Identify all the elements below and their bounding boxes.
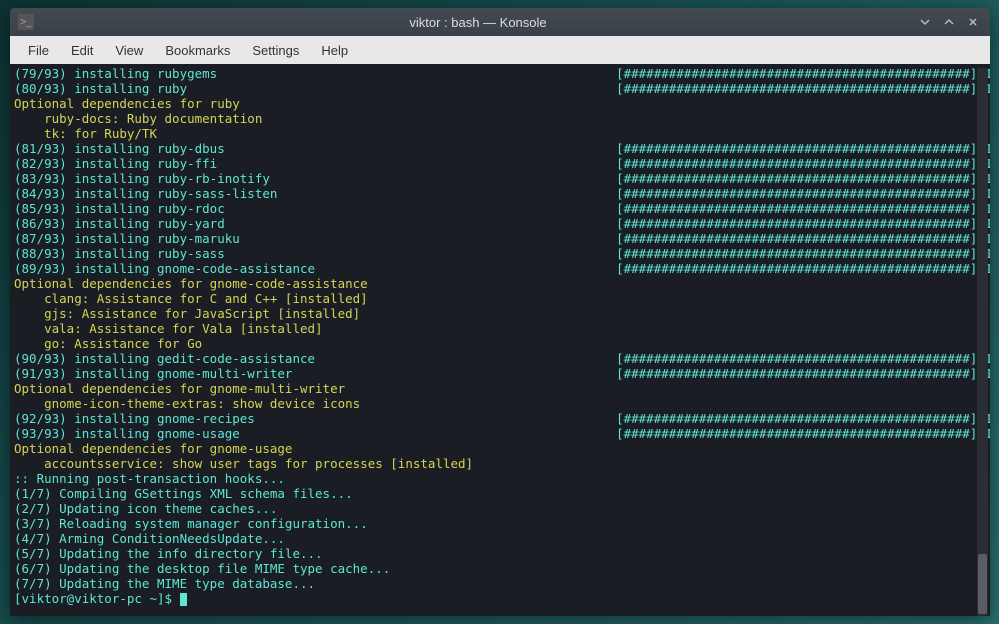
konsole-window: >_ viktor : bash — Konsole File Edit Vie… (10, 8, 990, 616)
menu-bookmarks[interactable]: Bookmarks (155, 39, 240, 62)
menu-view[interactable]: View (105, 39, 153, 62)
window-controls (916, 13, 982, 31)
terminal-line: go: Assistance for Go (14, 336, 986, 351)
terminal-line: (86/93) installing ruby-yard [##########… (14, 216, 986, 231)
cursor (180, 593, 187, 606)
menu-help[interactable]: Help (311, 39, 358, 62)
maximize-button[interactable] (940, 13, 958, 31)
terminal-line: (4/7) Arming ConditionNeedsUpdate... (14, 531, 986, 546)
terminal-line: Optional dependencies for gnome-multi-wr… (14, 381, 986, 396)
terminal-line: gnome-icon-theme-extras: show device ico… (14, 396, 986, 411)
terminal-line: (81/93) installing ruby-dbus [##########… (14, 141, 986, 156)
terminal-line: (1/7) Compiling GSettings XML schema fil… (14, 486, 986, 501)
minimize-button[interactable] (916, 13, 934, 31)
menu-settings[interactable]: Settings (242, 39, 309, 62)
terminal-line: (84/93) installing ruby-sass-listen [###… (14, 186, 986, 201)
terminal-line: tk: for Ruby/TK (14, 126, 986, 141)
terminal-line: clang: Assistance for C and C++ [install… (14, 291, 986, 306)
titlebar[interactable]: >_ viktor : bash — Konsole (10, 8, 990, 36)
terminal-line: (6/7) Updating the desktop file MIME typ… (14, 561, 986, 576)
terminal-line: accountsservice: show user tags for proc… (14, 456, 986, 471)
terminal-line: (83/93) installing ruby-rb-inotify [####… (14, 171, 986, 186)
terminal-line: (87/93) installing ruby-maruku [########… (14, 231, 986, 246)
terminal-line: (80/93) installing ruby [###############… (14, 81, 986, 96)
scrollbar-thumb[interactable] (978, 554, 987, 614)
terminal-line: (92/93) installing gnome-recipes [######… (14, 411, 986, 426)
terminal-line: (90/93) installing gedit-code-assistance… (14, 351, 986, 366)
terminal-line: Optional dependencies for gnome-usage (14, 441, 986, 456)
prompt-line[interactable]: [viktor@viktor-pc ~]$ (14, 591, 986, 606)
terminal-line: Optional dependencies for ruby (14, 96, 986, 111)
terminal-line: ruby-docs: Ruby documentation (14, 111, 986, 126)
terminal-line: Optional dependencies for gnome-code-ass… (14, 276, 986, 291)
terminal-line: (2/7) Updating icon theme caches... (14, 501, 986, 516)
menu-edit[interactable]: Edit (61, 39, 103, 62)
terminal-line: (89/93) installing gnome-code-assistance… (14, 261, 986, 276)
app-icon: >_ (18, 14, 34, 30)
terminal-line: (3/7) Reloading system manager configura… (14, 516, 986, 531)
terminal-line: vala: Assistance for Vala [installed] (14, 321, 986, 336)
close-button[interactable] (964, 13, 982, 31)
terminal-line: (79/93) installing rubygems [###########… (14, 66, 986, 81)
terminal-line: gjs: Assistance for JavaScript [installe… (14, 306, 986, 321)
terminal-line: (82/93) installing ruby-ffi [###########… (14, 156, 986, 171)
scrollbar[interactable] (977, 68, 988, 616)
terminal-line: (85/93) installing ruby-rdoc [##########… (14, 201, 986, 216)
terminal-line: (91/93) installing gnome-multi-writer [#… (14, 366, 986, 381)
menubar: File Edit View Bookmarks Settings Help (10, 36, 990, 64)
menu-file[interactable]: File (18, 39, 59, 62)
terminal-line: :: Running post-transaction hooks... (14, 471, 986, 486)
terminal-line: (88/93) installing ruby-sass [##########… (14, 246, 986, 261)
terminal-line: (5/7) Updating the info directory file..… (14, 546, 986, 561)
terminal-line: (7/7) Updating the MIME type database... (14, 576, 986, 591)
terminal-area[interactable]: (79/93) installing rubygems [###########… (10, 64, 990, 616)
window-title: viktor : bash — Konsole (40, 15, 916, 30)
terminal-line: (93/93) installing gnome-usage [########… (14, 426, 986, 441)
